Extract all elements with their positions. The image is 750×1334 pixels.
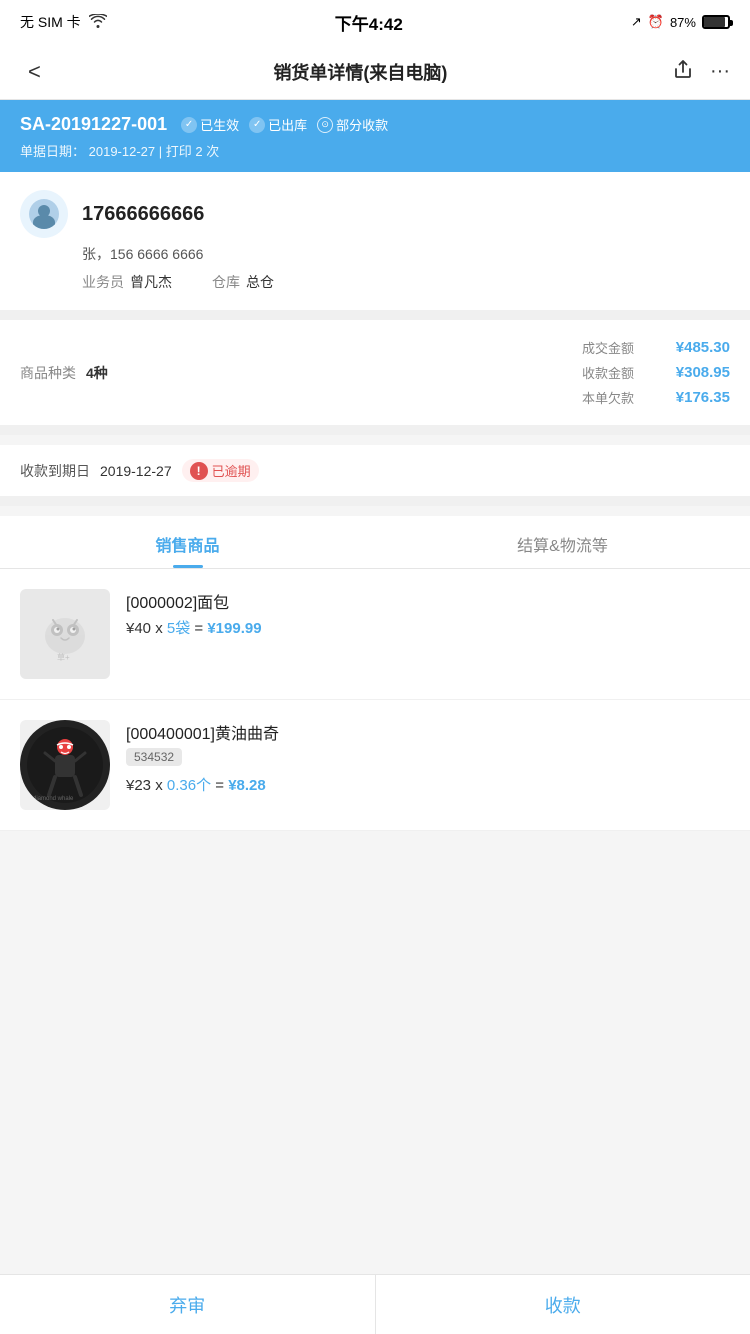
wifi-icon — [89, 14, 107, 31]
status-right: ↗ ⏰ 87% — [631, 14, 730, 30]
product-type-label: 商品种类 — [20, 363, 76, 383]
overdue-badge: ! 已逾期 — [182, 459, 259, 482]
order-header: SA-20191227-001 ✓ 已生效 ✓ 已出库 ⊙ 部分收款 单据日期：… — [0, 100, 750, 172]
due-date-value: 2019-12-27 — [100, 463, 172, 479]
deal-amount-row: 成交金额 ¥485.30 — [582, 338, 730, 357]
avatar-image — [29, 199, 59, 229]
product-name: [0000002]面包 — [126, 589, 730, 613]
summary-row: 商品种类 4种 成交金额 ¥485.30 收款金额 ¥308.95 本单欠款 ¥… — [20, 338, 730, 407]
warehouse-value: 总仓 — [246, 272, 274, 292]
status-partial-payment: ⊙ 部分收款 — [317, 115, 388, 134]
list-item: diamond whale [000400001]黄油曲奇 534532 ¥23… — [0, 700, 750, 831]
alarm-icon: ⏰ — [648, 14, 664, 30]
customer-meta: 业务员 曾凡杰 仓库 总仓 — [82, 272, 730, 292]
nav-bar: < 销货单详情(来自电脑) ··· — [0, 44, 750, 100]
back-button[interactable]: < — [20, 51, 49, 93]
product-tag: 534532 — [126, 748, 182, 766]
product-type-info: 商品种类 4种 — [20, 363, 108, 383]
status-left: 无 SIM 卡 — [20, 12, 107, 32]
customer-section: 17666666666 张，156 6666 6666 业务员 曾凡杰 仓库 总… — [0, 172, 750, 310]
product-thumbnail: 草+ — [20, 589, 110, 679]
svg-text:草+: 草+ — [57, 652, 70, 662]
deal-amount-label: 成交金额 — [582, 338, 634, 357]
debt-value: ¥176.35 — [650, 389, 730, 406]
product-total: ¥199.99 — [207, 620, 261, 637]
customer-phone: 17666666666 — [82, 203, 204, 226]
divider-2 — [0, 425, 750, 435]
amounts: 成交金额 ¥485.30 收款金额 ¥308.95 本单欠款 ¥176.35 — [582, 338, 730, 407]
debt-amount-row: 本单欠款 ¥176.35 — [582, 388, 730, 407]
collected-value: ¥308.95 — [650, 364, 730, 381]
due-section: 收款到期日 2019-12-27 ! 已逾期 — [0, 445, 750, 496]
divider-3 — [0, 496, 750, 506]
overdue-text: 已逾期 — [212, 461, 251, 480]
product-thumbnail-2: diamond whale — [20, 720, 110, 810]
page-title: 销货单详情(来自电脑) — [273, 59, 447, 85]
battery-percent: 87% — [670, 15, 696, 30]
sales-label: 业务员 — [82, 272, 124, 292]
share-icon[interactable] — [672, 58, 694, 86]
deal-amount-value: ¥485.30 — [650, 339, 730, 356]
owl-logo: 草+ — [20, 589, 110, 679]
check-icon: ✓ — [181, 117, 197, 133]
tab-settlement[interactable]: 结算&物流等 — [375, 516, 750, 568]
nav-actions: ··· — [672, 58, 730, 86]
list-item: 草+ [0000002]面包 ¥40 x 5袋 = ¥199.99 — [0, 569, 750, 700]
avatar — [20, 190, 68, 238]
order-id: SA-20191227-001 — [20, 114, 167, 135]
sales-person: 业务员 曾凡杰 — [82, 272, 172, 292]
status-bar: 无 SIM 卡 下午4:42 ↗ ⏰ 87% — [0, 0, 750, 44]
collected-label: 收款金额 — [582, 363, 634, 382]
product-name-2: [000400001]黄油曲奇 — [126, 720, 730, 744]
summary-section: 商品种类 4种 成交金额 ¥485.30 收款金额 ¥308.95 本单欠款 ¥… — [0, 320, 750, 425]
clock-icon: ⊙ — [317, 117, 333, 133]
tabs-row: 销售商品 结算&物流等 — [0, 516, 750, 569]
status-badges: ✓ 已生效 ✓ 已出库 ⊙ 部分收款 — [181, 115, 388, 134]
product-price: ¥40 x 5袋 = ¥199.99 — [126, 617, 730, 638]
collect-button[interactable]: 收款 — [376, 1275, 750, 1334]
bottom-bar: 弃审 收款 — [0, 1274, 750, 1334]
divider-1 — [0, 310, 750, 320]
product-count: 4种 — [86, 363, 108, 383]
more-icon[interactable]: ··· — [710, 60, 730, 83]
location-icon: ↗ — [631, 14, 642, 30]
sales-value: 曾凡杰 — [130, 272, 172, 292]
tabs-section: 销售商品 结算&物流等 — [0, 516, 750, 569]
product-qty-2: 0.36个 — [167, 777, 211, 794]
overdue-icon: ! — [190, 462, 208, 480]
tab-products[interactable]: 销售商品 — [0, 516, 375, 568]
product-logo: diamond whale — [20, 720, 110, 810]
product-total-2: ¥8.28 — [228, 777, 266, 794]
product-details-2: [000400001]黄油曲奇 534532 ¥23 x 0.36个 = ¥8.… — [126, 720, 730, 795]
order-date: 单据日期： 2019-12-27 | 打印 2 次 — [20, 141, 730, 160]
check-icon-2: ✓ — [249, 117, 265, 133]
status-effective: ✓ 已生效 — [181, 115, 239, 134]
customer-info: 张，156 6666 6666 — [82, 244, 730, 264]
debt-label: 本单欠款 — [582, 388, 634, 407]
warehouse-label: 仓库 — [212, 272, 240, 292]
product-price-2: ¥23 x 0.36个 = ¥8.28 — [126, 774, 730, 795]
due-label: 收款到期日 — [20, 461, 90, 481]
order-header-top: SA-20191227-001 ✓ 已生效 ✓ 已出库 ⊙ 部分收款 — [20, 114, 730, 135]
status-shipped: ✓ 已出库 — [249, 115, 307, 134]
product-qty: 5袋 — [167, 620, 190, 637]
sim-status: 无 SIM 卡 — [20, 12, 81, 32]
battery-icon — [702, 15, 730, 29]
product-list: 草+ [0000002]面包 ¥40 x 5袋 = ¥199.99 — [0, 569, 750, 831]
warehouse: 仓库 总仓 — [212, 272, 274, 292]
abandon-button[interactable]: 弃审 — [0, 1275, 376, 1334]
customer-row: 17666666666 — [20, 190, 730, 238]
status-time: 下午4:42 — [335, 10, 403, 35]
svg-text:diamond whale: diamond whale — [33, 796, 74, 802]
collected-amount-row: 收款金额 ¥308.95 — [582, 363, 730, 382]
product-details: [0000002]面包 ¥40 x 5袋 = ¥199.99 — [126, 589, 730, 638]
